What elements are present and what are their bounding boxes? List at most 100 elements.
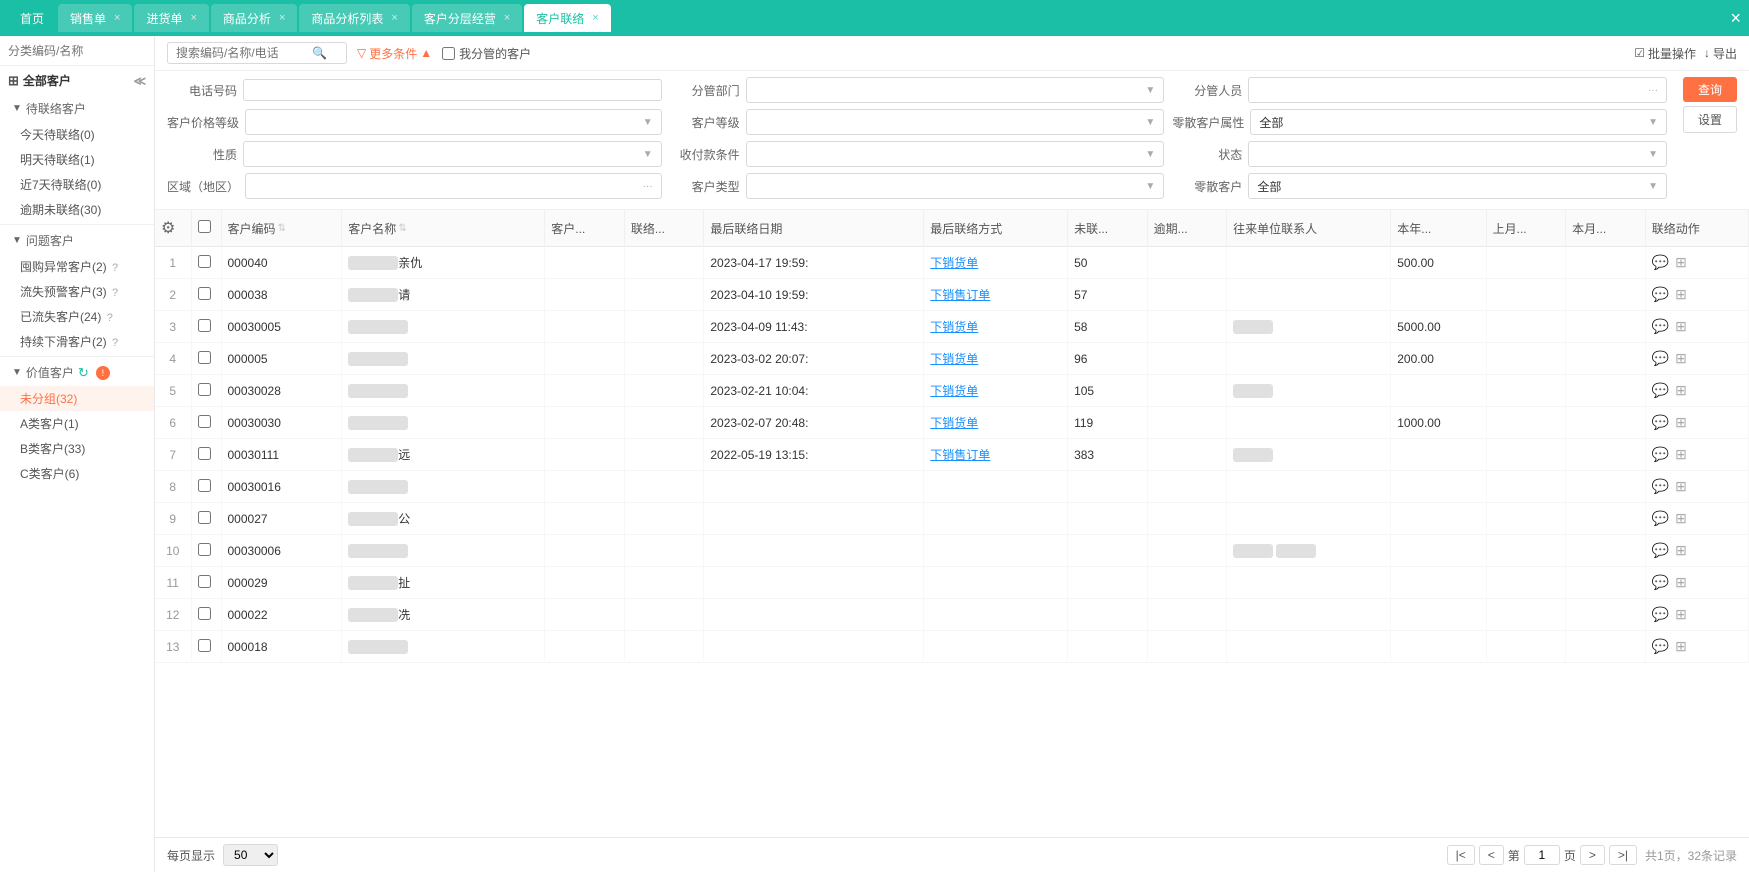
per-page-select[interactable]: 50 100 200 xyxy=(223,844,278,866)
more-conditions-btn[interactable]: ▽ 更多条件 ▲ xyxy=(357,45,432,62)
grid-icon[interactable]: ⊞ xyxy=(1675,606,1687,623)
sidebar-item-abnormal[interactable]: 囤购异常客户(2) ? xyxy=(0,254,154,279)
sidebar-item-overdue[interactable]: 逾期未联络(30) xyxy=(0,197,154,222)
filter-region-select[interactable]: ··· xyxy=(245,173,662,199)
grid-icon[interactable]: ⊞ xyxy=(1675,350,1687,367)
row-select-checkbox[interactable] xyxy=(198,447,211,460)
grid-icon[interactable]: ⊞ xyxy=(1675,510,1687,527)
filter-nature-select[interactable]: ▼ xyxy=(243,141,662,167)
chat-icon[interactable]: 💬 xyxy=(1652,446,1669,463)
filter-retail-select[interactable]: 全部 ▼ xyxy=(1250,109,1667,135)
chat-icon[interactable]: 💬 xyxy=(1652,382,1669,399)
my-customers-check[interactable] xyxy=(442,47,455,60)
filter-price-select[interactable]: ▼ xyxy=(245,109,662,135)
row-select-checkbox[interactable] xyxy=(198,543,211,556)
chat-icon[interactable]: 💬 xyxy=(1652,254,1669,271)
close-icon[interactable]: × xyxy=(592,12,598,24)
contact-method-link[interactable]: 下销货单 xyxy=(930,320,978,334)
close-icon[interactable]: × xyxy=(504,12,510,24)
settings-button[interactable]: ⚙ xyxy=(161,218,175,238)
row-select-checkbox[interactable] xyxy=(198,511,211,524)
filter-level-select[interactable]: ▼ xyxy=(746,109,1165,135)
pending-contact-group[interactable]: ▼ 待联络客户 xyxy=(0,95,154,122)
chat-icon[interactable]: 💬 xyxy=(1652,318,1669,335)
row-select-checkbox[interactable] xyxy=(198,479,211,492)
grid-icon[interactable]: ⊞ xyxy=(1675,382,1687,399)
row-checkbox[interactable] xyxy=(191,631,221,663)
tab-customer-contact[interactable]: 客户联络 × xyxy=(524,4,610,32)
filter-payment-select[interactable]: ▼ xyxy=(746,141,1165,167)
row-select-checkbox[interactable] xyxy=(198,255,211,268)
chat-icon[interactable]: 💬 xyxy=(1652,542,1669,559)
sidebar-item-today[interactable]: 今天待联络(0) xyxy=(0,122,154,147)
filter-phone-input[interactable] xyxy=(243,79,662,101)
sidebar-item-churned[interactable]: 已流失客户(24) ? xyxy=(0,304,154,329)
row-select-checkbox[interactable] xyxy=(198,415,211,428)
row-checkbox[interactable] xyxy=(191,439,221,471)
tab-product-analysis[interactable]: 商品分析 × xyxy=(211,4,297,32)
contact-method-link[interactable]: 下销货单 xyxy=(930,352,978,366)
search-box[interactable]: 🔍 xyxy=(167,42,347,64)
close-window-icon[interactable]: × xyxy=(1730,8,1741,29)
chat-icon[interactable]: 💬 xyxy=(1652,286,1669,303)
collapse-icon[interactable]: ≪ xyxy=(133,74,146,88)
row-select-checkbox[interactable] xyxy=(198,639,211,652)
filter-type-select[interactable]: ▼ xyxy=(746,173,1165,199)
my-customers-checkbox[interactable]: 我分管的客户 xyxy=(442,45,531,62)
tab-sales[interactable]: 销售单 × xyxy=(58,4,132,32)
grid-icon[interactable]: ⊞ xyxy=(1675,286,1687,303)
all-customers-header[interactable]: ⊞ 全部客户 ≪ xyxy=(0,66,154,95)
export-btn[interactable]: ↓ 导出 xyxy=(1704,45,1737,62)
row-checkbox[interactable] xyxy=(191,407,221,439)
filter-dept-select[interactable]: ▼ xyxy=(746,77,1165,103)
row-checkbox[interactable] xyxy=(191,535,221,567)
next-page-btn[interactable]: > xyxy=(1580,845,1605,865)
row-checkbox[interactable] xyxy=(191,567,221,599)
row-select-checkbox[interactable] xyxy=(198,607,211,620)
grid-icon[interactable]: ⊞ xyxy=(1675,638,1687,655)
row-select-checkbox[interactable] xyxy=(198,383,211,396)
sidebar-search-box[interactable]: 🔍 xyxy=(0,36,154,66)
row-checkbox[interactable] xyxy=(191,599,221,631)
chat-icon[interactable]: 💬 xyxy=(1652,414,1669,431)
prev-page-btn[interactable]: < xyxy=(1479,845,1504,865)
more-icon[interactable]: ··· xyxy=(643,181,653,192)
contact-method-link[interactable]: 下销货单 xyxy=(930,256,978,270)
chat-icon[interactable]: 💬 xyxy=(1652,638,1669,655)
tab-purchase[interactable]: 进货单 × xyxy=(134,4,208,32)
filter-status-select[interactable]: ▼ xyxy=(1248,141,1667,167)
grid-icon[interactable]: ⊞ xyxy=(1675,574,1687,591)
tab-home[interactable]: 首页 xyxy=(8,4,56,32)
filter-retail2-select[interactable]: 全部 ▼ xyxy=(1248,173,1667,199)
select-all-checkbox[interactable] xyxy=(198,220,211,233)
sidebar-item-class-b[interactable]: B类客户(33) xyxy=(0,436,154,461)
query-button[interactable]: 查询 xyxy=(1683,77,1737,102)
reset-button[interactable]: 设置 xyxy=(1683,106,1737,133)
grid-icon[interactable]: ⊞ xyxy=(1675,542,1687,559)
problem-customers-group[interactable]: ▼ 问题客户 xyxy=(0,227,154,254)
chat-icon[interactable]: 💬 xyxy=(1652,510,1669,527)
grid-icon[interactable]: ⊞ xyxy=(1675,414,1687,431)
batch-ops-btn[interactable]: ☑ 批量操作 xyxy=(1634,45,1696,62)
page-number-input[interactable] xyxy=(1524,845,1560,865)
chat-icon[interactable]: 💬 xyxy=(1652,606,1669,623)
row-select-checkbox[interactable] xyxy=(198,575,211,588)
row-checkbox[interactable] xyxy=(191,471,221,503)
row-select-checkbox[interactable] xyxy=(198,319,211,332)
chat-icon[interactable]: 💬 xyxy=(1652,350,1669,367)
row-select-checkbox[interactable] xyxy=(198,351,211,364)
close-icon[interactable]: × xyxy=(391,12,397,24)
contact-method-link[interactable]: 下销货单 xyxy=(930,416,978,430)
contact-method-link[interactable]: 下销售订单 xyxy=(930,288,990,302)
grid-icon[interactable]: ⊞ xyxy=(1675,478,1687,495)
sort-icon[interactable]: ⇅ xyxy=(398,223,406,234)
grid-icon[interactable]: ⊞ xyxy=(1675,254,1687,271)
filter-manager-select[interactable]: ··· xyxy=(1248,77,1667,103)
grid-icon[interactable]: ⊞ xyxy=(1675,318,1687,335)
sort-icon[interactable]: ⇅ xyxy=(278,223,286,234)
refresh-icon[interactable]: ↻ xyxy=(78,365,89,381)
sidebar-item-class-c[interactable]: C类客户(6) xyxy=(0,461,154,486)
row-checkbox[interactable] xyxy=(191,503,221,535)
tab-customer-tier[interactable]: 客户分层经营 × xyxy=(412,4,522,32)
sidebar-item-tomorrow[interactable]: 明天待联络(1) xyxy=(0,147,154,172)
